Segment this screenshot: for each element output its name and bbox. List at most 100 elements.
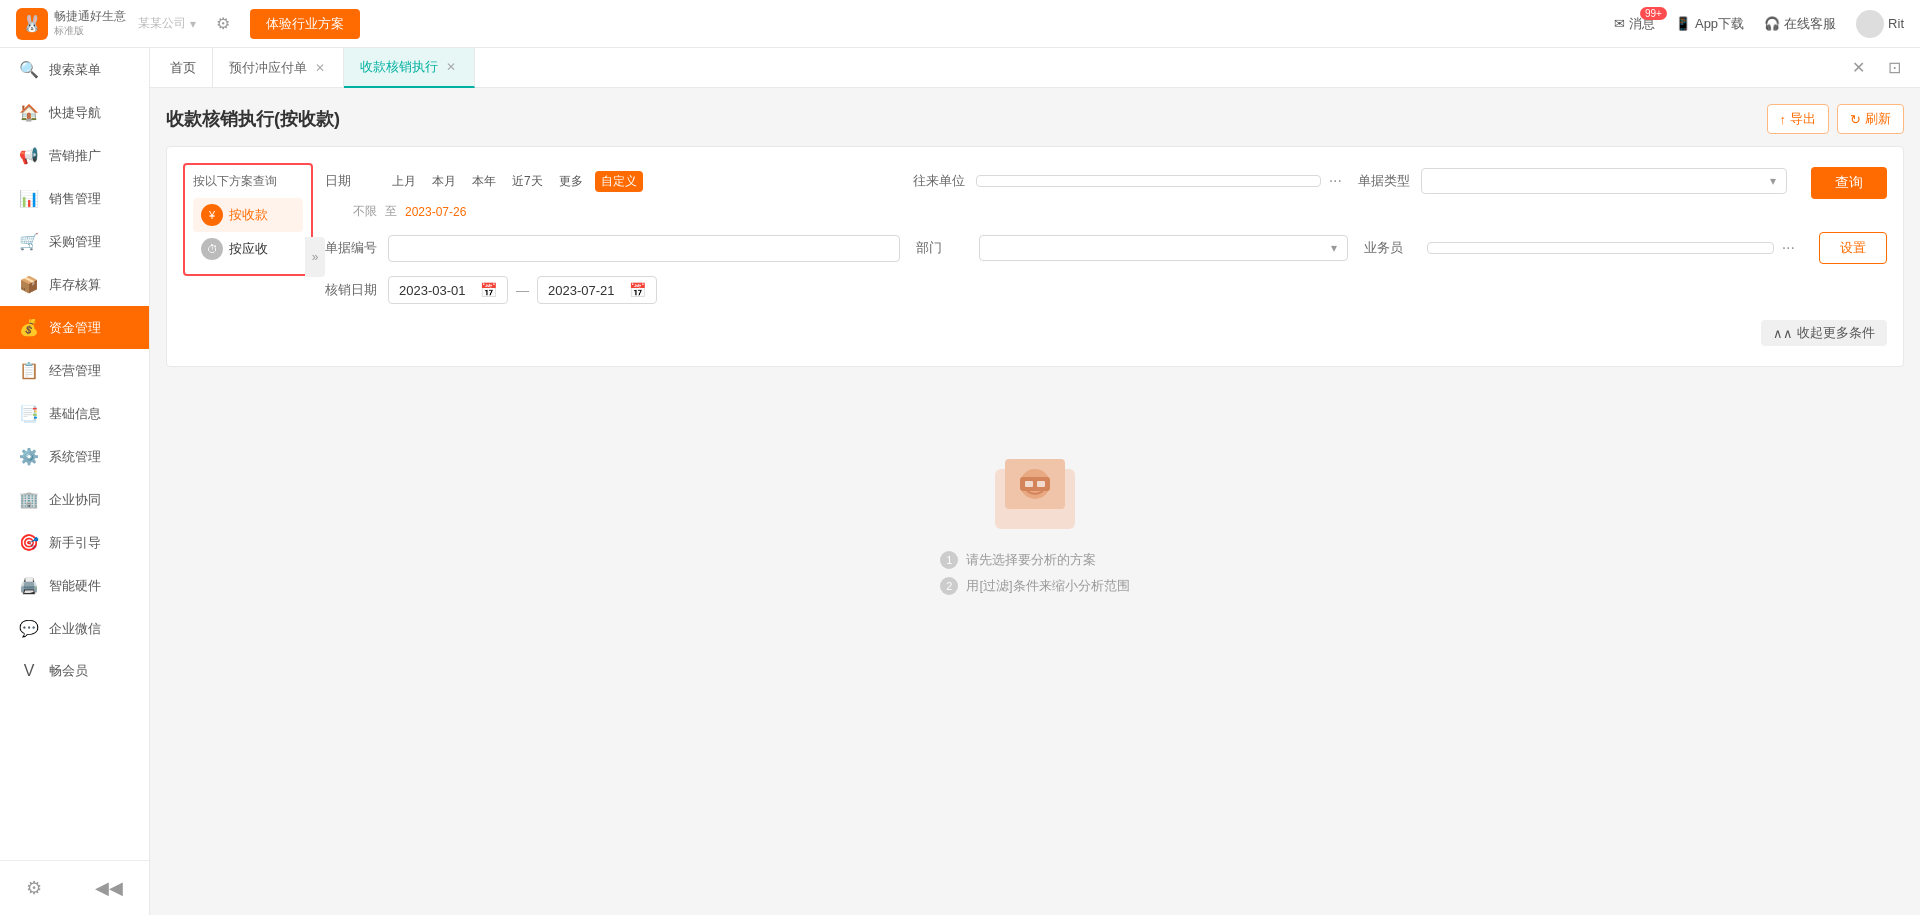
dept-select[interactable]: ▾ [979, 235, 1347, 261]
tab-prepay[interactable]: 预付冲应付单 ✕ [213, 48, 344, 88]
app-name: 畅捷通好生意 [54, 9, 126, 23]
tab-close-btn[interactable]: ✕ [1844, 54, 1872, 82]
top-bar: 🐰 畅捷通好生意 标准版 某某公司 ▾ ⚙ 体验行业方案 ✉ 消息 99+ 📱 … [0, 0, 1920, 48]
step1-num: 1 [940, 551, 958, 569]
sidebar-item-operations[interactable]: 📋 经营管理 [0, 349, 149, 392]
filter-option-by-receivable[interactable]: ⏱ 按应收 [193, 232, 303, 266]
search-icon: 🔍 [19, 60, 39, 79]
collapse-more-row: ∧∧ 收起更多条件 [325, 316, 1887, 350]
filter-panel: 按以下方案查询 ¥ 按收款 ⏱ 按应收 » [166, 146, 1904, 367]
tab-prepay-close[interactable]: ✕ [313, 59, 327, 77]
tab-home[interactable]: 首页 [154, 48, 213, 88]
username-label: Rit [1888, 16, 1904, 31]
svg-rect-5 [1037, 481, 1045, 487]
filter-row-3: 核销日期 2023-03-01 📅 — 2023-07-21 📅 [325, 276, 1887, 304]
empty-illustration [975, 439, 1095, 539]
mobile-icon: 📱 [1675, 16, 1691, 31]
staff-more-btn[interactable]: ··· [1782, 239, 1795, 257]
shortcut-7days[interactable]: 近7天 [508, 171, 547, 192]
dropdown-arrow: ▾ [190, 17, 196, 31]
sidebar-item-purchase[interactable]: 🛒 采购管理 [0, 220, 149, 263]
tab-expand-btn[interactable]: ⊡ [1880, 54, 1908, 82]
refresh-label: 刷新 [1865, 110, 1891, 128]
verify-date-start-input[interactable]: 2023-03-01 📅 [388, 276, 508, 304]
company-selector[interactable]: 某某公司 ▾ [138, 15, 196, 32]
filter-option-by-receipt[interactable]: ¥ 按收款 [193, 198, 303, 232]
filter-collapse-sidebar-btn[interactable]: » [305, 237, 325, 277]
sidebar-label-inventory: 库存核算 [49, 276, 101, 294]
sidebar-collapse-btn[interactable]: ◀◀ [87, 869, 131, 907]
set-btn-wrap: 设置 [1819, 232, 1887, 264]
sidebar-item-quick-nav[interactable]: 🏠 快捷导航 [0, 91, 149, 134]
verify-date-end-value: 2023-07-21 [548, 283, 615, 298]
set-btn[interactable]: 设置 [1819, 232, 1887, 264]
app-download-btn[interactable]: 📱 App下载 [1675, 15, 1744, 33]
content-area: 首页 预付冲应付单 ✕ 收款核销执行 ✕ ✕ ⊡ 收款核销执行(按收款) [150, 48, 1920, 915]
bill-type-label: 单据类型 [1358, 172, 1413, 190]
sidebar-item-enterprise[interactable]: 🏢 企业协同 [0, 478, 149, 521]
refresh-btn[interactable]: ↻ 刷新 [1837, 104, 1904, 134]
message-btn[interactable]: ✉ 消息 99+ [1614, 15, 1655, 33]
sidebar-label-search-menu: 搜索菜单 [49, 61, 101, 79]
hardware-icon: 🖨️ [19, 576, 39, 595]
sidebar-item-wechat[interactable]: 💬 企业微信 [0, 607, 149, 650]
svg-rect-4 [1025, 481, 1033, 487]
verify-date-start-cal-icon[interactable]: 📅 [480, 282, 497, 298]
user-name[interactable]: Rit [1856, 10, 1904, 38]
shortcut-more[interactable]: 更多 [555, 171, 587, 192]
verify-date-start-value: 2023-03-01 [399, 283, 466, 298]
sidebar-item-system[interactable]: ⚙️ 系统管理 [0, 435, 149, 478]
collapse-arrow-icon: » [312, 250, 319, 264]
page-header: 收款核销执行(按收款) ↑ 导出 ↻ 刷新 [166, 104, 1904, 134]
sidebar-label-quick-nav: 快捷导航 [49, 104, 101, 122]
sidebar-item-marketing[interactable]: 📢 营销推广 [0, 134, 149, 177]
sidebar-item-guide[interactable]: 🎯 新手引导 [0, 521, 149, 564]
tab-receipt-close[interactable]: ✕ [444, 58, 458, 76]
system-icon: ⚙️ [19, 447, 39, 466]
sidebar: 🔍 搜索菜单 🏠 快捷导航 📢 营销推广 📊 销售管理 🛒 采购管理 📦 库存核… [0, 48, 150, 915]
query-btn[interactable]: 查询 [1811, 167, 1887, 199]
date-no-limit: 不限 [353, 203, 377, 220]
sidebar-label-basic-info: 基础信息 [49, 405, 101, 423]
sidebar-item-inventory[interactable]: 📦 库存核算 [0, 263, 149, 306]
shortcut-this-month[interactable]: 本月 [428, 171, 460, 192]
svg-rect-3 [1020, 477, 1050, 491]
shortcut-custom[interactable]: 自定义 [595, 171, 643, 192]
tab-home-label: 首页 [170, 59, 196, 77]
party-more-btn[interactable]: ··· [1329, 172, 1342, 190]
sidebar-item-sales[interactable]: 📊 销售管理 [0, 177, 149, 220]
app-edition: 标准版 [54, 24, 126, 38]
shortcut-last-month[interactable]: 上月 [388, 171, 420, 192]
tab-receipt-label: 收款核销执行 [360, 58, 438, 76]
app-download-label: App下载 [1695, 15, 1744, 33]
bill-no-input[interactable] [388, 235, 900, 262]
sidebar-item-member[interactable]: V 畅会员 [0, 650, 149, 692]
verify-date-end-cal-icon[interactable]: 📅 [629, 282, 646, 298]
filter-row-1: 日期 上月 本月 本年 近7天 更多 自定义 [325, 163, 1887, 199]
online-service-btn[interactable]: 🎧 在线客服 [1764, 15, 1836, 33]
step2-num: 2 [940, 577, 958, 595]
message-badge: 99+ [1640, 7, 1667, 20]
bill-type-field: 单据类型 ▾ [1358, 168, 1787, 194]
sidebar-settings-btn[interactable]: ⚙ [18, 869, 50, 907]
party-input[interactable] [976, 175, 1321, 187]
export-btn[interactable]: ↑ 导出 [1767, 104, 1830, 134]
page-title: 收款核销执行(按收款) [166, 107, 340, 131]
bill-type-arrow: ▾ [1770, 174, 1776, 188]
bill-type-select[interactable]: ▾ [1421, 168, 1787, 194]
shortcut-this-year[interactable]: 本年 [468, 171, 500, 192]
date-label: 日期 [325, 172, 380, 190]
sidebar-item-basic-info[interactable]: 📑 基础信息 [0, 392, 149, 435]
sidebar-item-hardware[interactable]: 🖨️ 智能硬件 [0, 564, 149, 607]
verify-date-end-input[interactable]: 2023-07-21 📅 [537, 276, 657, 304]
app-name-block: 畅捷通好生意 标准版 [54, 9, 126, 37]
sidebar-item-finance[interactable]: 💰 资金管理 [0, 306, 149, 349]
collapse-more-btn[interactable]: ∧∧ 收起更多条件 [1761, 320, 1887, 346]
industry-btn[interactable]: 体验行业方案 [250, 9, 360, 39]
tab-receipt[interactable]: 收款核销执行 ✕ [344, 48, 475, 88]
settings-icon[interactable]: ⚙ [208, 9, 238, 39]
sidebar-item-search-menu[interactable]: 🔍 搜索菜单 [0, 48, 149, 91]
staff-input[interactable] [1427, 242, 1774, 254]
staff-label: 业务员 [1364, 239, 1419, 257]
inventory-icon: 📦 [19, 275, 39, 294]
